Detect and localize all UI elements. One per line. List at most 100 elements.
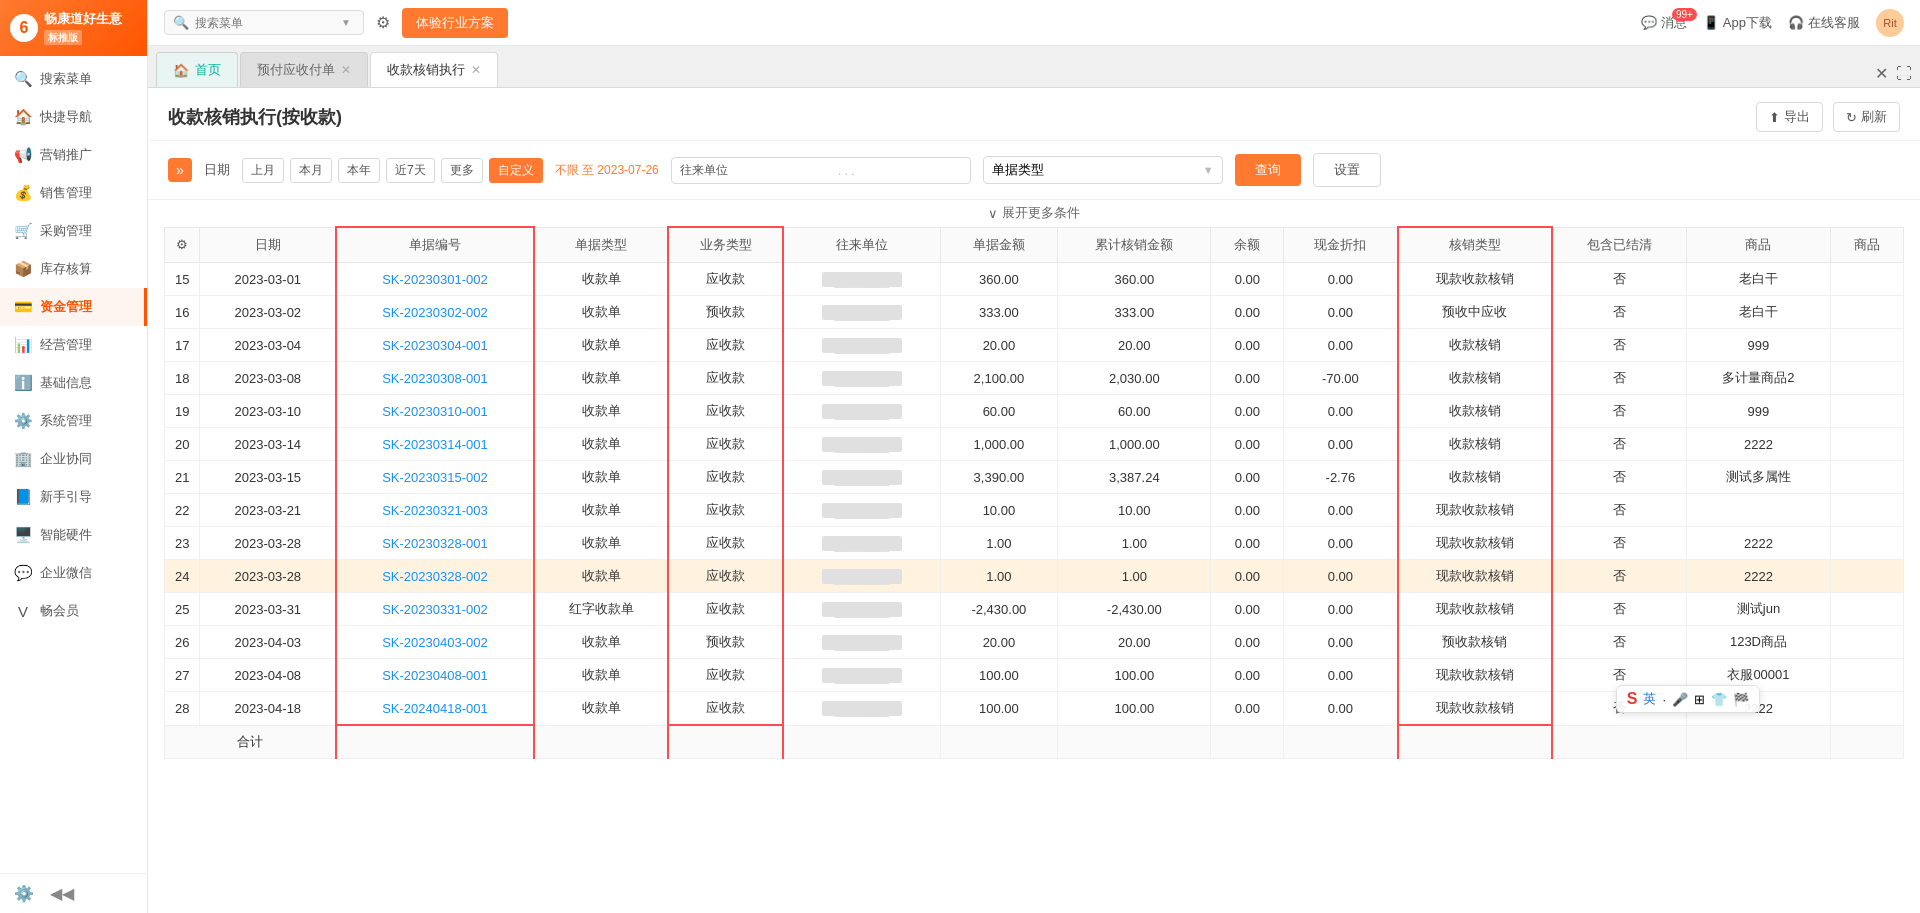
sidebar-item-label: 智能硬件 [40,526,92,544]
message-badge: 99+ [1672,8,1697,21]
sidebar-item-quicknav[interactable]: 🏠 快捷导航 [0,98,147,136]
sidebar-item-system[interactable]: ⚙️ 系统管理 [0,402,147,440]
table-row: 25 2023-03-31 SK-20230331-002 红字收款单 应收款 … [165,593,1904,626]
header-actions: ⬆ 导出 ↻ 刷新 [1756,102,1900,132]
page-title: 收款核销执行(按收款) [168,105,342,129]
close-all-icon[interactable]: ✕ [1875,64,1888,83]
table-row: 19 2023-03-10 SK-20230310-001 收款单 应收款 ██… [165,395,1904,428]
marketing-icon: 📢 [14,146,32,164]
table-row: 16 2023-03-02 SK-20230302-002 收款单 预收款 ██… [165,296,1904,329]
tab-writeoff-close[interactable]: ✕ [471,63,481,77]
sidebar-item-marketing[interactable]: 📢 营销推广 [0,136,147,174]
topbar: 🔍 ▼ ⚙ 体验行业方案 💬 消息 99+ 📱 App下载 🎧 在线客服 Rit [148,0,1920,46]
col-amount-header: 单据金额 [940,227,1058,263]
sidebar-item-enterprise[interactable]: 🏢 企业协同 [0,440,147,478]
filter-expand-button[interactable]: » [168,158,192,182]
sidebar-item-search[interactable]: 🔍 搜索菜单 [0,60,147,98]
col-cancel-type-header: 核销类型 [1398,227,1553,263]
sidebar-item-label: 销售管理 [40,184,92,202]
online-service-button[interactable]: 🎧 在线客服 [1788,14,1860,32]
sidebar-item-sales[interactable]: 💰 销售管理 [0,174,147,212]
doc-no-link[interactable]: SK-20230304-001 [382,338,488,353]
user-avatar[interactable]: Rit [1876,9,1904,37]
col-doc-type-header: 单据类型 [534,227,669,263]
brand-text: 英 [1643,690,1656,708]
sidebar-item-label: 快捷导航 [40,108,92,126]
quicknav-icon: 🏠 [14,108,32,126]
date-this-year[interactable]: 本年 [338,158,380,183]
doc-type-filter[interactable]: 单据类型 ▼ [983,156,1223,184]
inventory-icon: 📦 [14,260,32,278]
sidebar-item-label: 营销推广 [40,146,92,164]
doc-no-link[interactable]: SK-20230321-003 [382,503,488,518]
date-more[interactable]: 更多 [441,158,483,183]
date-custom[interactable]: 自定义 [489,158,543,183]
refresh-button[interactable]: ↻ 刷新 [1833,102,1900,132]
sidebar-item-purchase[interactable]: 🛒 采购管理 [0,212,147,250]
sidebar: 6 畅康道好生意 标推版 🔍 搜索菜单 🏠 快捷导航 📢 营销推广 💰 销售管理… [0,0,148,913]
doc-no-link[interactable]: SK-20230328-001 [382,536,488,551]
tab-home[interactable]: 🏠 首页 [156,52,238,87]
sidebar-item-hardware[interactable]: 🖥️ 智能硬件 [0,516,147,554]
date-label: 日期 [204,161,230,179]
date-7days[interactable]: 近7天 [386,158,435,183]
doc-no-link[interactable]: SK-20230328-002 [382,569,488,584]
system-icon: ⚙️ [14,412,32,430]
brand-s-icon: S [1627,690,1638,708]
settings-icon[interactable]: ⚙️ [14,884,34,903]
sidebar-item-basic[interactable]: ℹ️ 基础信息 [0,364,147,402]
sidebar-item-label: 搜索菜单 [40,70,92,88]
unit-filter[interactable]: 往来单位 ... [671,157,971,184]
solution-button[interactable]: 体验行业方案 [402,8,508,38]
app-download-button[interactable]: 📱 App下载 [1703,14,1772,32]
search-icon: 🔍 [173,15,189,30]
tab-prepay[interactable]: 预付应收付单 ✕ [240,52,368,87]
sidebar-item-operations[interactable]: 📊 经营管理 [0,326,147,364]
member-icon: V [14,603,32,620]
date-last-month[interactable]: 上月 [242,158,284,183]
export-icon: ⬆ [1769,110,1780,125]
settings-button[interactable]: 设置 [1313,153,1381,187]
logo-icon: 6 [10,14,38,42]
search-wrap: 🔍 ▼ [164,10,364,35]
doc-no-link[interactable]: SK-20230302-002 [382,305,488,320]
export-button[interactable]: ⬆ 导出 [1756,102,1823,132]
chevron-down-icon: ▼ [341,17,351,28]
doc-no-link[interactable]: SK-20230301-002 [382,272,488,287]
gear-icon[interactable]: ⚙ [376,13,390,32]
doc-no-link[interactable]: SK-20230315-002 [382,470,488,485]
footer-label: 合计 [165,725,337,758]
table-row: 18 2023-03-08 SK-20230308-001 收款单 应收款 ██… [165,362,1904,395]
tabbar-actions: ✕ ⛶ [1875,64,1912,87]
date-range: 不限 至 2023-07-26 [555,162,659,179]
tabbar: 🏠 首页 预付应收付单 ✕ 收款核销执行 ✕ ✕ ⛶ [148,46,1920,88]
doc-no-link[interactable]: SK-20230308-001 [382,371,488,386]
sidebar-item-inventory[interactable]: 📦 库存核算 [0,250,147,288]
sidebar-logo: 6 畅康道好生意 标推版 [0,0,147,56]
operations-icon: 📊 [14,336,32,354]
doc-no-link[interactable]: SK-20240418-001 [382,701,488,716]
doc-no-link[interactable]: SK-20230314-001 [382,437,488,452]
filter-more-row: ∨ 展开更多条件 [148,200,1920,226]
tab-writeoff[interactable]: 收款核销执行 ✕ [370,52,498,87]
messages-button[interactable]: 💬 消息 99+ [1641,14,1687,32]
sidebar-item-label: 经营管理 [40,336,92,354]
table-footer-row: 合计 [165,725,1904,758]
tab-prepay-close[interactable]: ✕ [341,63,351,77]
sidebar-nav: 🔍 搜索菜单 🏠 快捷导航 📢 营销推广 💰 销售管理 🛒 采购管理 📦 库存核… [0,56,147,873]
expand-more-button[interactable]: ∨ 展开更多条件 [988,204,1080,222]
doc-no-link[interactable]: SK-20230310-001 [382,404,488,419]
date-this-month[interactable]: 本月 [290,158,332,183]
search-input[interactable] [195,16,335,30]
table-row: 24 2023-03-28 SK-20230328-002 收款单 应收款 ██… [165,560,1904,593]
doc-no-link[interactable]: SK-20230403-002 [382,635,488,650]
expand-icon[interactable]: ⛶ [1896,65,1912,83]
doc-no-link[interactable]: SK-20230331-002 [382,602,488,617]
sidebar-item-wechat[interactable]: 💬 企业微信 [0,554,147,592]
query-button[interactable]: 查询 [1235,154,1301,186]
sidebar-item-guide[interactable]: 📘 新手引导 [0,478,147,516]
collapse-icon[interactable]: ◀◀ [50,884,74,903]
sidebar-item-member[interactable]: V 畅会员 [0,592,147,630]
doc-no-link[interactable]: SK-20230408-001 [382,668,488,683]
sidebar-item-finance[interactable]: 💳 资金管理 [0,288,147,326]
